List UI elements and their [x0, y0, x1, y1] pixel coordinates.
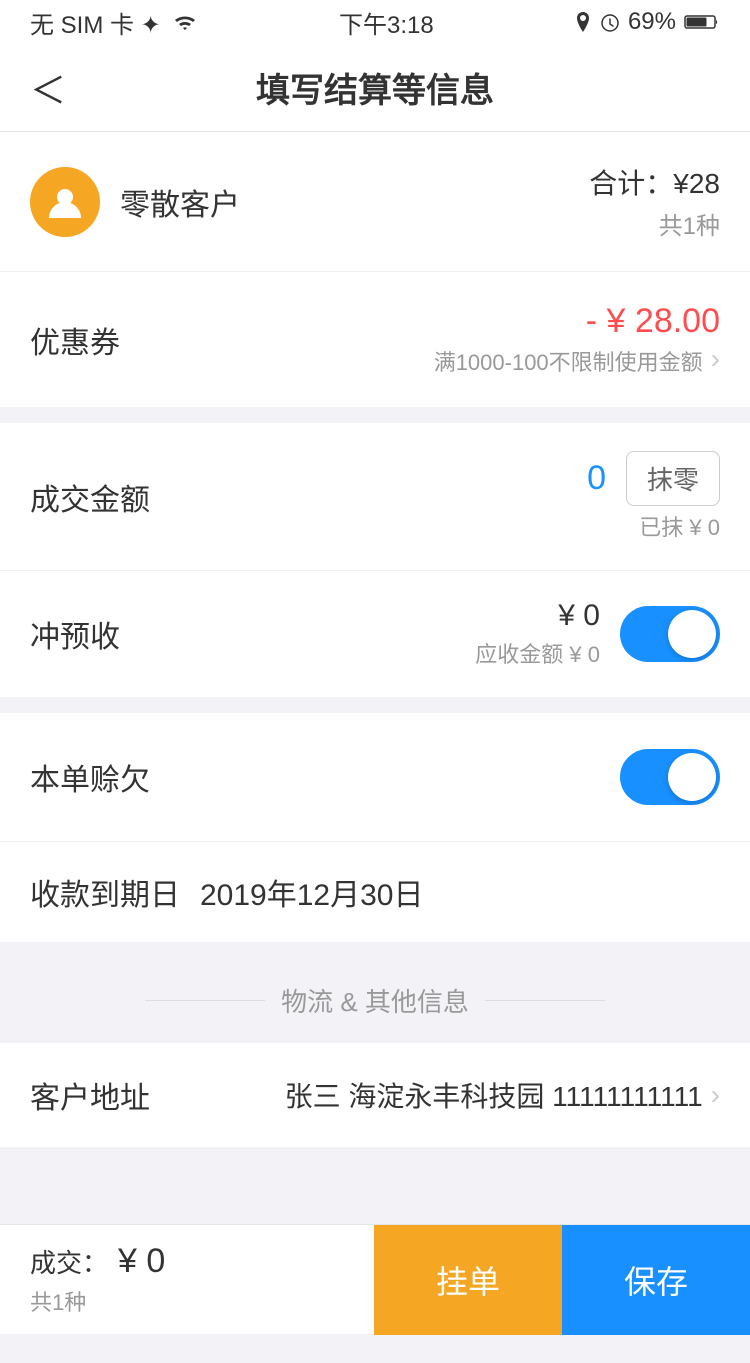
bottom-count: 共1种	[30, 1285, 374, 1317]
logistics-header: 物流 & 其他信息	[0, 958, 750, 1043]
total-count: 共1种	[589, 206, 720, 241]
coupon-row[interactable]: 优惠券 - ¥ 28.00 满1000-100不限制使用金额 ›	[0, 271, 750, 407]
debit-toggle-knob	[668, 753, 716, 801]
hang-button[interactable]: 挂单	[374, 1225, 562, 1335]
prepayment-toggle[interactable]	[620, 606, 720, 662]
battery-icon	[684, 13, 720, 31]
prepayment-amount: ¥ 0	[475, 599, 600, 633]
bottom-deal-label: 成交：	[30, 1243, 108, 1280]
total-amount-label: 合计：¥28	[589, 162, 720, 202]
page-title: 填写结算等信息	[256, 63, 494, 112]
customer-total: 合计：¥28 共1种	[589, 162, 720, 241]
coupon-chevron-icon: ›	[711, 343, 720, 375]
deal-amount-row: 成交金额 0 抹零 已抹 ¥ 0	[0, 423, 750, 571]
location-icon	[574, 12, 592, 32]
address-chevron-icon: ›	[711, 1079, 720, 1111]
address-row[interactable]: 客户地址 张三 海淀永丰科技园 11111111111 ›	[0, 1043, 750, 1147]
battery-label: 69%	[628, 8, 676, 36]
duedate-row: 收款到期日 2019年12月30日	[0, 841, 750, 942]
save-button[interactable]: 保存	[562, 1225, 750, 1335]
logistics-label: 物流 & 其他信息	[281, 982, 469, 1019]
status-bar: 无 SIM 卡 ✦ 下午3:18 69%	[0, 0, 750, 44]
address-section: 客户地址 张三 海淀永丰科技园 11111111111 ›	[0, 1043, 750, 1147]
deal-amount-value: 0	[587, 459, 606, 498]
coupon-desc: 满1000-100不限制使用金额	[434, 345, 703, 377]
bottom-bar: 成交： ¥ 0 共1种 挂单 保存	[0, 1224, 750, 1334]
deal-amount-label: 成交金额	[30, 475, 150, 519]
status-left: 无 SIM 卡 ✦	[30, 5, 199, 40]
prepayment-row: 冲预收 ¥ 0 应收金额 ¥ 0	[0, 571, 750, 697]
debit-toggle[interactable]	[620, 749, 720, 805]
deal-amount-right: 0 抹零 已抹 ¥ 0	[587, 451, 720, 542]
back-button[interactable]: ＜	[30, 62, 66, 114]
duedate-label: 收款到期日	[30, 870, 180, 914]
deal-section: 成交金额 0 抹零 已抹 ¥ 0 冲预收 ¥ 0 应收金额 ¥ 0	[0, 423, 750, 697]
status-right: 69%	[574, 8, 720, 36]
nav-bar: ＜ 填写结算等信息	[0, 44, 750, 132]
sim-label: 无 SIM 卡 ✦	[30, 5, 161, 40]
address-right: 张三 海淀永丰科技园 11111111111 ›	[265, 1075, 720, 1115]
customer-section: 零散客户 合计：¥28 共1种 优惠券 - ¥ 28.00 满1000-100不…	[0, 132, 750, 407]
coupon-label: 优惠券	[30, 318, 120, 362]
deal-amount-sub: 已抹 ¥ 0	[587, 510, 720, 542]
address-value: 张三 海淀永丰科技园 11111111111	[285, 1075, 703, 1115]
bottom-deal-amount: ¥ 0	[118, 1242, 165, 1281]
prepayment-label: 冲预收	[30, 612, 120, 656]
duedate-value: 2019年12月30日	[200, 870, 423, 914]
round-zero-button[interactable]: 抹零	[626, 451, 720, 506]
prepayment-sub: 应收金额 ¥ 0	[475, 637, 600, 669]
debit-row: 本单赊欠	[0, 713, 750, 841]
coupon-discount: - ¥ 28.00	[434, 302, 720, 341]
bottom-info: 成交： ¥ 0 共1种	[0, 1225, 374, 1334]
customer-avatar	[30, 167, 100, 237]
debit-label: 本单赊欠	[30, 755, 150, 799]
toggle-knob	[668, 610, 716, 658]
customer-name: 零散客户	[120, 180, 240, 224]
status-time: 下午3:18	[339, 5, 434, 40]
prepayment-right: ¥ 0 应收金额 ¥ 0	[475, 599, 720, 669]
customer-row: 零散客户 合计：¥28 共1种	[0, 132, 750, 271]
user-icon	[45, 182, 85, 222]
bottom-deal: 成交： ¥ 0	[30, 1242, 374, 1281]
address-label: 客户地址	[30, 1073, 150, 1117]
debit-section: 本单赊欠 收款到期日 2019年12月30日	[0, 713, 750, 942]
alarm-icon	[600, 12, 620, 32]
coupon-right: - ¥ 28.00 满1000-100不限制使用金额 ›	[434, 302, 720, 377]
wifi-icon	[171, 12, 199, 32]
customer-left: 零散客户	[30, 167, 240, 237]
